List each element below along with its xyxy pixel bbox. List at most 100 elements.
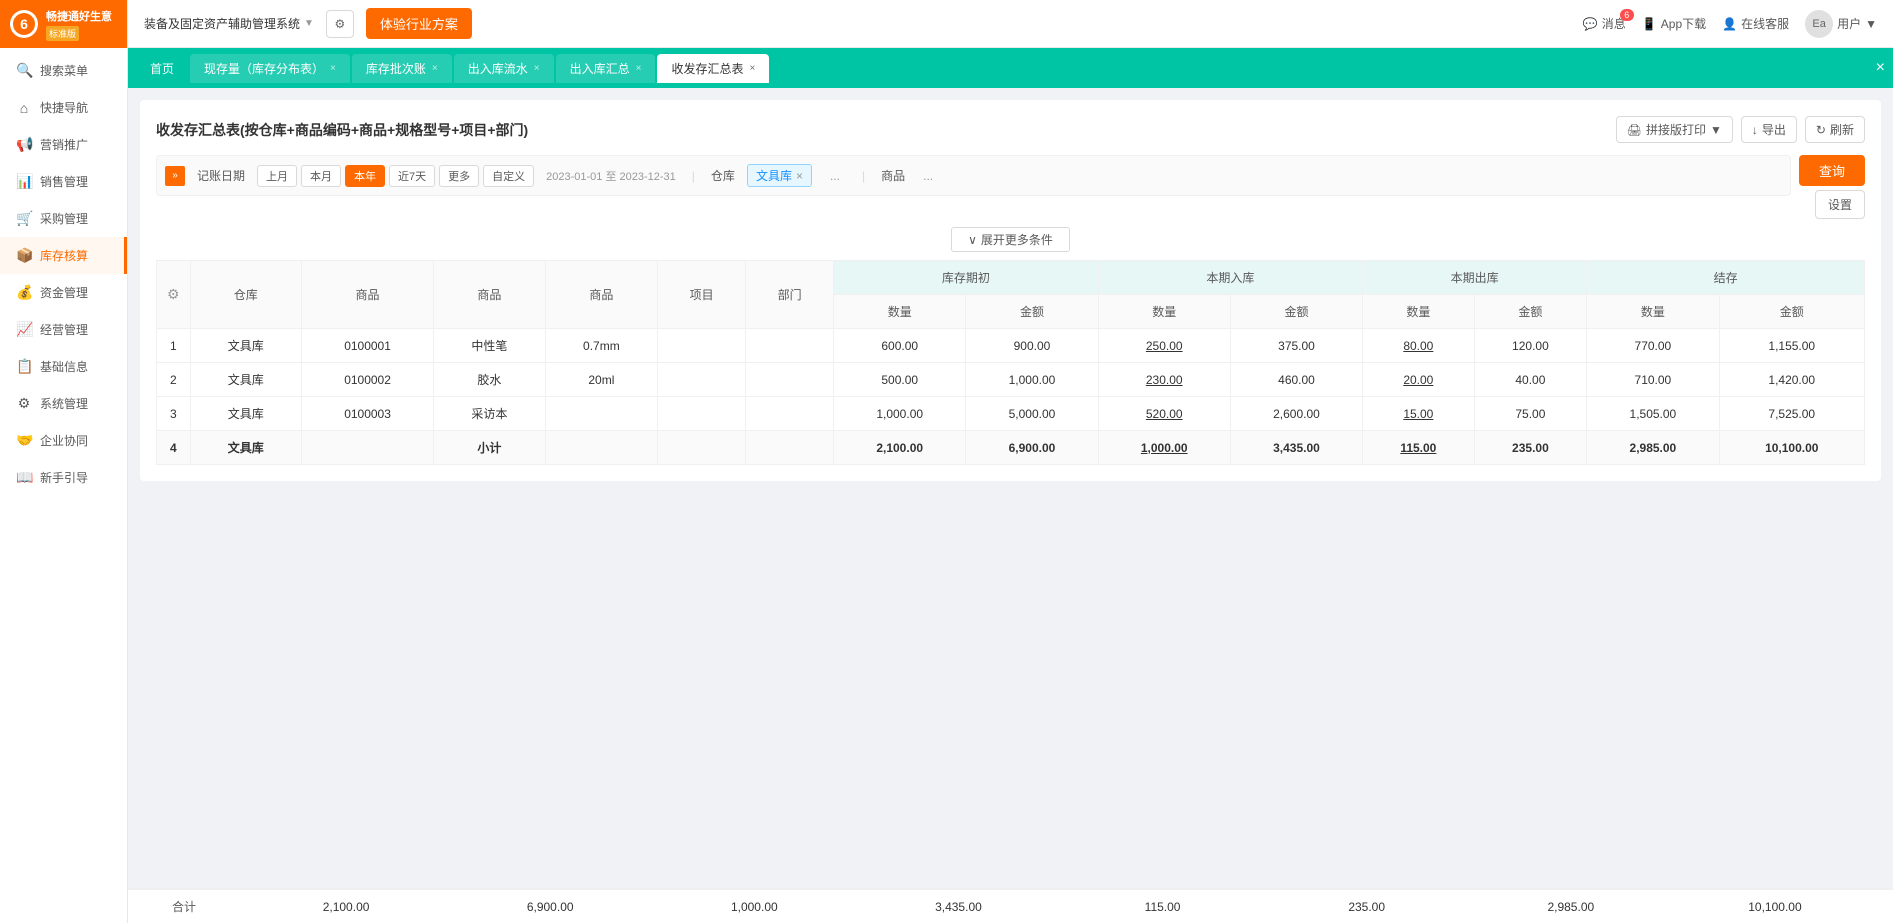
system-selector[interactable]: 装备及固定资产辅助管理系统 ▼ <box>144 15 314 32</box>
home-icon: ⌂ <box>16 100 32 116</box>
tab-inout-flow[interactable]: 出入库流水 × <box>454 54 554 83</box>
sidebar-item-marketing[interactable]: 📢 营销推广 <box>0 126 127 163</box>
col-out-amt: 金额 <box>1474 295 1587 329</box>
goods-more-button[interactable]: ... <box>917 167 939 185</box>
tabs-bar: 首页 现存量（库存分布表） × 库存批次账 × 出入库流水 × 出入库汇总 × … <box>128 48 1893 88</box>
col-spec-header: 商品 <box>545 261 658 329</box>
row-out-qty[interactable]: 15.00 <box>1363 397 1474 431</box>
tab-home[interactable]: 首页 <box>136 54 188 83</box>
column-settings-icon[interactable]: ⚙ <box>167 286 180 302</box>
row-init-amt: 6,900.00 <box>966 431 1098 465</box>
sidebar-item-inventory[interactable]: 📦 库存核算 <box>0 237 127 274</box>
row-init-qty: 2,100.00 <box>834 431 966 465</box>
sidebar-item-quicknav[interactable]: ⌂ 快捷导航 <box>0 89 127 126</box>
date-btn-this-year[interactable]: 本年 <box>345 165 385 187</box>
remove-warehouse-icon[interactable]: × <box>796 169 803 183</box>
row-out-qty[interactable]: 20.00 <box>1363 363 1474 397</box>
close-icon[interactable]: × <box>749 63 755 74</box>
sidebar-item-guide[interactable]: 📖 新手引导 <box>0 459 127 496</box>
brand-badge: 标准版 <box>46 26 79 41</box>
user-menu[interactable]: Ea 用户 ▼ <box>1805 10 1877 38</box>
guide-icon: 📖 <box>16 469 32 486</box>
row-out-qty[interactable]: 115.00 <box>1363 431 1474 465</box>
date-btn-custom[interactable]: 自定义 <box>483 165 534 187</box>
filter-expand-button[interactable]: » <box>165 166 185 186</box>
sidebar-item-label: 资金管理 <box>40 284 88 301</box>
export-button[interactable]: ↓ 导出 <box>1741 116 1797 143</box>
row-code: 0100002 <box>301 363 433 397</box>
row-in-qty[interactable]: 230.00 <box>1098 363 1230 397</box>
col-code-header: 商品 <box>301 261 433 329</box>
row-out-amt: 120.00 <box>1474 329 1587 363</box>
set-button[interactable]: 设置 <box>1815 190 1865 219</box>
refresh-button[interactable]: ↻ 刷新 <box>1805 116 1865 143</box>
row-warehouse: 文具库 <box>190 431 301 465</box>
data-table: ⚙ 仓库 商品 商品 商品 项目 部门 库存期初 本期入库 本期出库 结存 <box>156 260 1865 465</box>
sidebar-item-search[interactable]: 🔍 搜索菜单 <box>0 52 127 89</box>
sidebar-item-basic[interactable]: 📋 基础信息 <box>0 348 127 385</box>
tab-inventory-dist[interactable]: 现存量（库存分布表） × <box>190 54 350 83</box>
sidebar-brand: 畅捷通好生意 标准版 <box>46 8 112 41</box>
query-button[interactable]: 查询 <box>1799 155 1865 186</box>
sidebar-item-collab[interactable]: 🤝 企业协同 <box>0 422 127 459</box>
message-button[interactable]: 💬 消息 6 <box>1583 15 1626 32</box>
operation-icon: 📈 <box>16 321 32 338</box>
close-tabs-button[interactable]: × <box>1876 59 1885 77</box>
sidebar-item-operation[interactable]: 📈 经营管理 <box>0 311 127 348</box>
settings-button[interactable]: ⚙ <box>326 10 354 38</box>
close-icon[interactable]: × <box>432 63 438 74</box>
row-in-qty[interactable]: 520.00 <box>1098 397 1230 431</box>
row-bal-qty: 710.00 <box>1587 363 1719 397</box>
table-row: 3 文具库 0100003 采访本 1,000.00 5,000.00 520.… <box>157 397 1865 431</box>
collab-icon: 🤝 <box>16 432 32 449</box>
footer-label: 合计 <box>144 898 224 915</box>
close-icon[interactable]: × <box>534 63 540 74</box>
date-btn-this-month[interactable]: 本月 <box>301 165 341 187</box>
table-row: 1 文具库 0100001 中性笔 0.7mm 600.00 900.00 25… <box>157 329 1865 363</box>
date-btn-more[interactable]: 更多 <box>439 165 479 187</box>
row-init-amt: 5,000.00 <box>966 397 1098 431</box>
sidebar-item-purchase[interactable]: 🛒 采购管理 <box>0 200 127 237</box>
sidebar-item-label: 营销推广 <box>40 136 88 153</box>
footer-in-qty: 1,000.00 <box>652 900 856 914</box>
close-icon[interactable]: × <box>330 63 336 74</box>
warehouse-tag[interactable]: 文具库 × <box>747 164 812 187</box>
avatar-text: Ea <box>1812 18 1825 30</box>
row-in-amt: 375.00 <box>1230 329 1362 363</box>
row-out-qty[interactable]: 80.00 <box>1363 329 1474 363</box>
row-in-qty[interactable]: 250.00 <box>1098 329 1230 363</box>
date-btn-7days[interactable]: 近7天 <box>389 165 435 187</box>
footer-bal-qty: 2,985.00 <box>1469 900 1673 914</box>
footer-total-row: 合计 2,100.00 6,900.00 1,000.00 3,435.00 1… <box>128 888 1893 923</box>
basic-icon: 📋 <box>16 358 32 375</box>
chevron-down-icon: ▼ <box>304 18 314 29</box>
print-icon: 🖨 <box>1627 123 1642 137</box>
online-service-button[interactable]: 👤 在线客服 <box>1722 15 1789 32</box>
warehouse-more-button[interactable]: ... <box>824 167 846 185</box>
row-in-qty[interactable]: 1,000.00 <box>1098 431 1230 465</box>
print-button[interactable]: 🖨 拼接版打印 ▼ <box>1616 116 1733 143</box>
close-icon[interactable]: × <box>636 63 642 74</box>
refresh-icon: ↻ <box>1816 123 1826 137</box>
sidebar-item-sales[interactable]: 📊 销售管理 <box>0 163 127 200</box>
row-num: 2 <box>157 363 191 397</box>
tab-recv-summary[interactable]: 收发存汇总表 × <box>657 54 769 83</box>
download-icon: 📱 <box>1642 17 1657 31</box>
app-download-button[interactable]: 📱 App下载 <box>1642 15 1706 32</box>
finance-icon: 💰 <box>16 284 32 301</box>
tab-label: 出入库流水 <box>468 60 528 77</box>
expand-more-button[interactable]: ∨ 展开更多条件 <box>951 227 1070 252</box>
tab-inout-summary[interactable]: 出入库汇总 × <box>556 54 656 83</box>
row-code: 0100003 <box>301 397 433 431</box>
row-spec <box>545 397 658 431</box>
date-filter-label: 记账日期 <box>197 167 245 184</box>
sidebar-item-label: 销售管理 <box>40 173 88 190</box>
sidebar-item-finance[interactable]: 💰 资金管理 <box>0 274 127 311</box>
trial-button[interactable]: 体验行业方案 <box>366 8 472 39</box>
sidebar-item-system[interactable]: ⚙ 系统管理 <box>0 385 127 422</box>
user-chevron-icon: ▼ <box>1865 17 1877 31</box>
table-settings-header[interactable]: ⚙ <box>157 261 191 329</box>
date-btn-last-month[interactable]: 上月 <box>257 165 297 187</box>
tab-batch[interactable]: 库存批次账 × <box>352 54 452 83</box>
header-left: 装备及固定资产辅助管理系统 ▼ ⚙ 体验行业方案 <box>144 8 472 39</box>
